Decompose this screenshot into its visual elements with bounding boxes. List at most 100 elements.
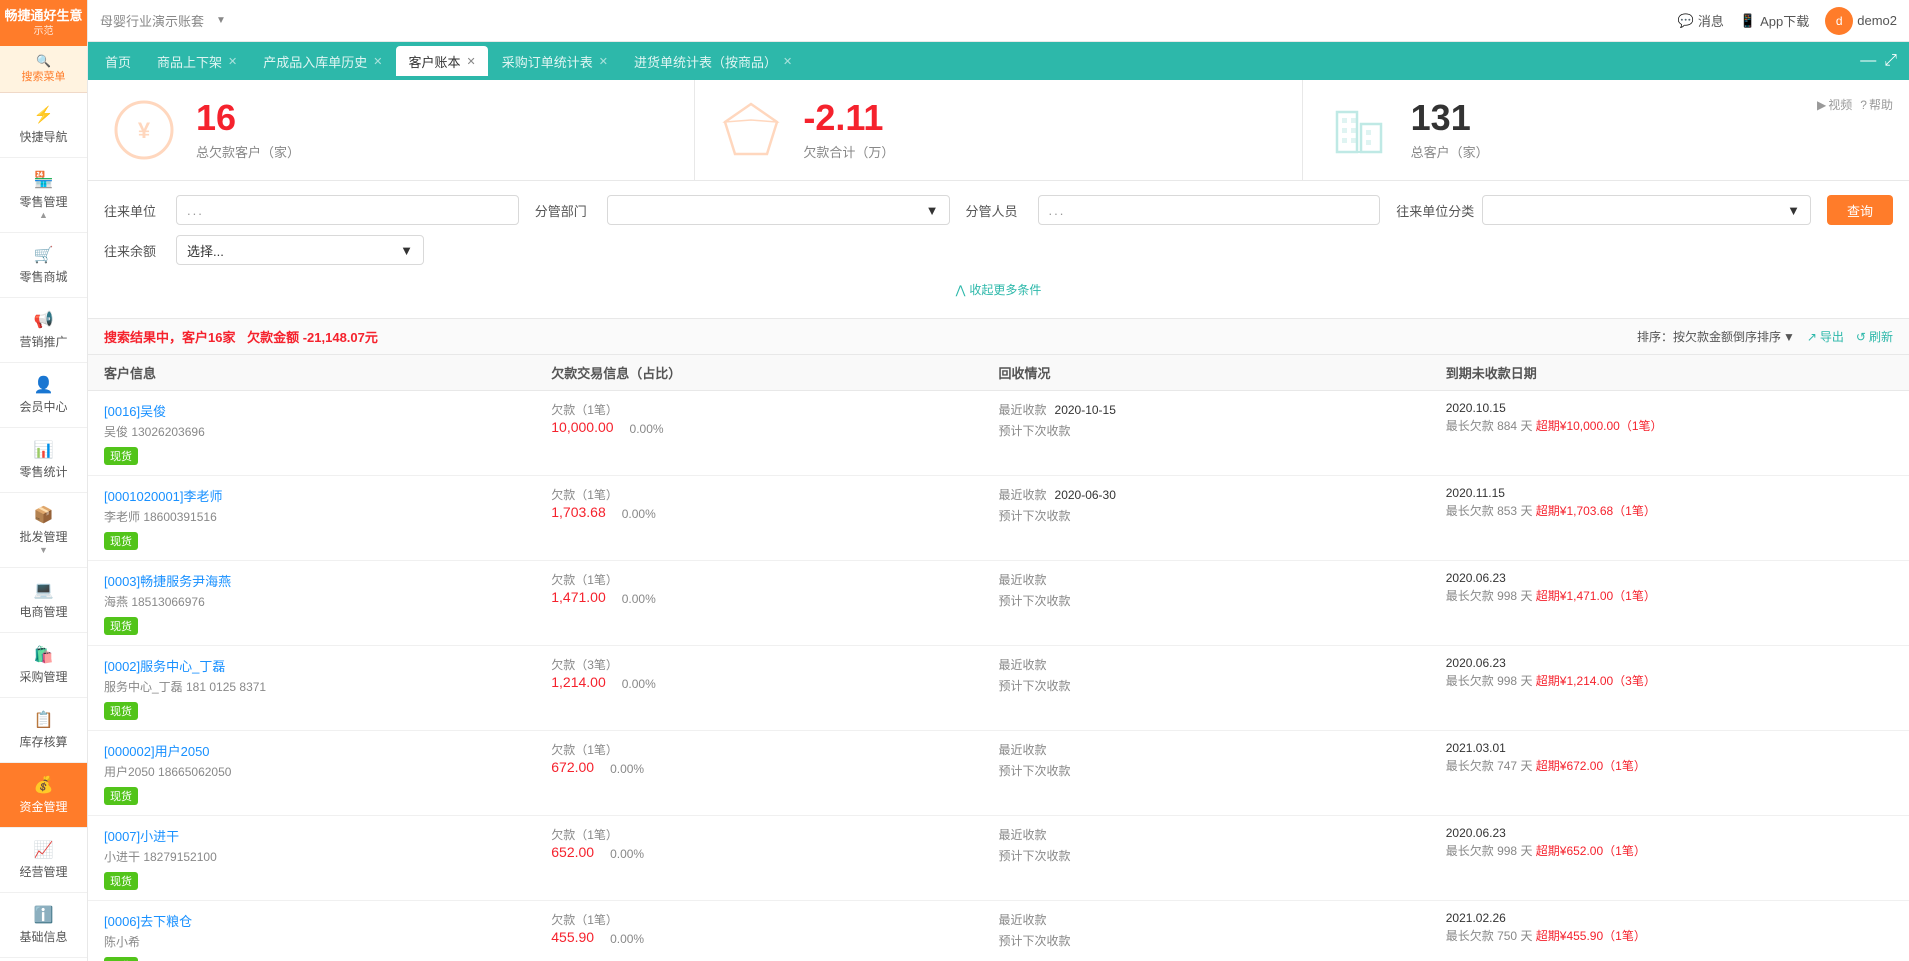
from-unit-input[interactable]: ... bbox=[176, 195, 519, 225]
tab-close-icon[interactable]: ✕ bbox=[373, 55, 382, 68]
search-button[interactable]: 查询 bbox=[1827, 195, 1893, 225]
message-btn[interactable]: 💬 消息 bbox=[1678, 11, 1724, 30]
overdue-link-3[interactable]: 超期¥1,214.00（3笔） bbox=[1536, 674, 1656, 688]
chevron-down-icon: ▼ bbox=[400, 243, 413, 258]
tab-home[interactable]: 首页 bbox=[93, 46, 143, 76]
overdue-link-2[interactable]: 超期¥1,471.00（1笔） bbox=[1536, 589, 1656, 603]
manager-input[interactable]: ... bbox=[1038, 195, 1381, 225]
tab-close-icon[interactable]: ✕ bbox=[599, 55, 608, 68]
remaining-select[interactable]: 选择... ▼ bbox=[176, 235, 424, 265]
sidebar-item-marketing[interactable]: 📢 营销推广 bbox=[0, 298, 87, 363]
tab-production-history[interactable]: 产成品入库单历史 ✕ bbox=[251, 46, 394, 76]
payback-label-5: 最近收款 bbox=[999, 826, 1047, 843]
due-info-4: 2021.03.01 最长欠款 747 天 超期¥672.00（1笔） bbox=[1446, 741, 1893, 774]
customer-sub-3: 服务中心_丁磊 181 0125 8371 bbox=[104, 678, 551, 695]
refresh-button[interactable]: ↺ 刷新 bbox=[1856, 328, 1893, 345]
sidebar-item-member[interactable]: 👤 会员中心 bbox=[0, 363, 87, 428]
stat-debt-customers: ¥ 16 总欠款客户（家） bbox=[88, 80, 695, 180]
tab-product-offline[interactable]: 商品上下架 ✕ bbox=[145, 46, 249, 76]
sidebar-nav: ⚡ 快捷导航 🏪 零售管理 ▲ 🛒 零售商城 📢 营销推广 👤 会员中心 � bbox=[0, 93, 87, 961]
overdue-link-1[interactable]: 超期¥1,703.68（1笔） bbox=[1536, 504, 1656, 518]
tabs-fullscreen-btn[interactable]: ⤢ bbox=[1884, 52, 1897, 70]
result-prefix: 搜索结果中，客户16家 bbox=[104, 330, 235, 345]
sidebar-item-operation[interactable]: 📈 经营管理 bbox=[0, 828, 87, 893]
export-button[interactable]: ↗ 导出 bbox=[1807, 328, 1844, 345]
sidebar-logo[interactable]: 畅捷通好生意 示范 bbox=[0, 0, 87, 46]
customer-tag-0: 现货 bbox=[104, 447, 138, 465]
page-body: ¥ 16 总欠款客户（家） bbox=[88, 80, 1909, 961]
customer-info-4: [000002]用户2050 用户2050 18665062050 现货 bbox=[104, 741, 551, 805]
play-icon: ▶ bbox=[1817, 98, 1826, 112]
payback-next-6: 预计下次收款 bbox=[999, 932, 1446, 949]
customer-tag-1: 现货 bbox=[104, 532, 138, 550]
sidebar-item-purchase[interactable]: 🛍️ 采购管理 bbox=[0, 633, 87, 698]
debt-percent-1: 0.00% bbox=[622, 507, 656, 521]
retail-mgmt-icon: 🏪 bbox=[34, 170, 54, 190]
sidebar-item-label: 经营管理 bbox=[4, 863, 83, 880]
overdue-link-6[interactable]: 超期¥455.90（1笔） bbox=[1536, 929, 1646, 943]
sidebar-item-inventory[interactable]: 📋 库存核算 bbox=[0, 698, 87, 763]
tab-close-icon[interactable]: ✕ bbox=[467, 55, 476, 68]
filter-from-unit: 往来单位 ... bbox=[104, 195, 519, 225]
customer-name-3[interactable]: [0002]服务中心_丁磊 bbox=[104, 656, 551, 675]
customer-name-1[interactable]: [0001020001]李老师 bbox=[104, 486, 551, 505]
tabs-minus-btn[interactable]: — bbox=[1860, 52, 1876, 70]
sidebar-search[interactable]: 🔍 搜索菜单 bbox=[0, 46, 87, 93]
collapse-btn[interactable]: ⋀ 收起更多条件 bbox=[104, 275, 1893, 304]
overdue-link-4[interactable]: 超期¥672.00（1笔） bbox=[1536, 759, 1646, 773]
table-row-inner: [0002]服务中心_丁磊 服务中心_丁磊 181 0125 8371 现货 欠… bbox=[88, 646, 1909, 730]
result-amount-label: 欠款金额 bbox=[247, 330, 303, 345]
app-download-btn[interactable]: 📱 App下载 bbox=[1740, 11, 1809, 30]
customer-sub-5: 小进干 18279152100 bbox=[104, 848, 551, 865]
sidebar-item-retail-mall[interactable]: 🛒 零售商城 bbox=[0, 233, 87, 298]
customer-tag-4: 现货 bbox=[104, 787, 138, 805]
tabs-right: — ⤢ bbox=[1852, 52, 1905, 70]
due-date-2: 2020.06.23 bbox=[1446, 571, 1893, 585]
sidebar-item-capital[interactable]: 💰 资金管理 bbox=[0, 763, 87, 828]
customer-name-5[interactable]: [0007]小进干 bbox=[104, 826, 551, 845]
sort-button[interactable]: 排序：按欠款金额倒序排序 ▼ bbox=[1637, 328, 1795, 345]
debt-info-5: 欠款（1笔） 652.00 0.00% bbox=[551, 826, 998, 861]
payback-next-2: 预计下次收款 bbox=[999, 592, 1446, 609]
sidebar-item-retail-stat[interactable]: 📊 零售统计 bbox=[0, 428, 87, 493]
overdue-link-5[interactable]: 超期¥652.00（1笔） bbox=[1536, 844, 1646, 858]
ecommerce-icon: 💻 bbox=[4, 580, 83, 600]
due-date-0: 2020.10.15 bbox=[1446, 401, 1893, 415]
member-icon: 👤 bbox=[4, 375, 83, 395]
tab-close-icon[interactable]: ✕ bbox=[228, 55, 237, 68]
tab-close-icon[interactable]: ✕ bbox=[783, 55, 792, 68]
customer-name-6[interactable]: [0006]去下粮仓 bbox=[104, 911, 551, 930]
dept-select[interactable]: ▼ bbox=[607, 195, 950, 225]
table-row-inner: [0001020001]李老师 李老师 18600391516 现货 欠款（1笔… bbox=[88, 476, 1909, 560]
sidebar-item-wholesale[interactable]: 📦 批发管理 ▼ bbox=[0, 493, 87, 568]
debt-info-6: 欠款（1笔） 455.90 0.00% bbox=[551, 911, 998, 946]
retail-stat-icon: 📊 bbox=[4, 440, 83, 460]
tab-customer-account[interactable]: 客户账本 ✕ bbox=[396, 46, 487, 76]
tab-purchase-order[interactable]: 采购订单统计表 ✕ bbox=[490, 46, 620, 76]
sidebar-item-ecommerce[interactable]: 💻 电商管理 bbox=[0, 568, 87, 633]
sidebar-item-label: 零售统计 bbox=[4, 463, 83, 480]
tab-inventory-stat[interactable]: 进货单统计表（按商品） ✕ bbox=[622, 46, 804, 76]
payback-label-2: 最近收款 bbox=[999, 571, 1047, 588]
table-row-inner: [0006]去下粮仓 陈小希 现货 欠款（1笔） 455.90 0.00% bbox=[88, 901, 1909, 961]
sidebar-item-quick-nav[interactable]: ⚡ 快捷导航 bbox=[0, 93, 87, 158]
user-menu[interactable]: d demo2 bbox=[1825, 7, 1897, 35]
help-btn[interactable]: ? 帮助 bbox=[1860, 96, 1893, 113]
customer-tag-2: 现货 bbox=[104, 617, 138, 635]
table-row-inner: [000002]用户2050 用户2050 18665062050 现货 欠款（… bbox=[88, 731, 1909, 815]
customer-name-0[interactable]: [0016]吴俊 bbox=[104, 401, 551, 420]
payback-label-3: 最近收款 bbox=[999, 656, 1047, 673]
debt-percent-6: 0.00% bbox=[610, 932, 644, 946]
collapse-label: 收起更多条件 bbox=[969, 281, 1041, 298]
sidebar-item-retail-mgmt[interactable]: 🏪 零售管理 ▲ bbox=[0, 158, 87, 233]
overdue-link-0[interactable]: 超期¥10,000.00（1笔） bbox=[1536, 419, 1663, 433]
help-icon: ? bbox=[1860, 98, 1867, 112]
customer-name-4[interactable]: [000002]用户2050 bbox=[104, 741, 551, 760]
unit-category-select[interactable]: ▼ bbox=[1482, 195, 1811, 225]
sidebar-item-basic-info[interactable]: ℹ️ 基础信息 bbox=[0, 893, 87, 958]
view-btn[interactable]: ▶ 视频 bbox=[1817, 96, 1852, 113]
customer-name-2[interactable]: [0003]畅捷服务尹海燕 bbox=[104, 571, 551, 590]
table-row: [0006]去下粮仓 陈小希 现货 欠款（1笔） 455.90 0.00% bbox=[88, 901, 1909, 961]
filter-dept: 分管部门 ▼ bbox=[535, 195, 950, 225]
debt-percent-2: 0.00% bbox=[622, 592, 656, 606]
